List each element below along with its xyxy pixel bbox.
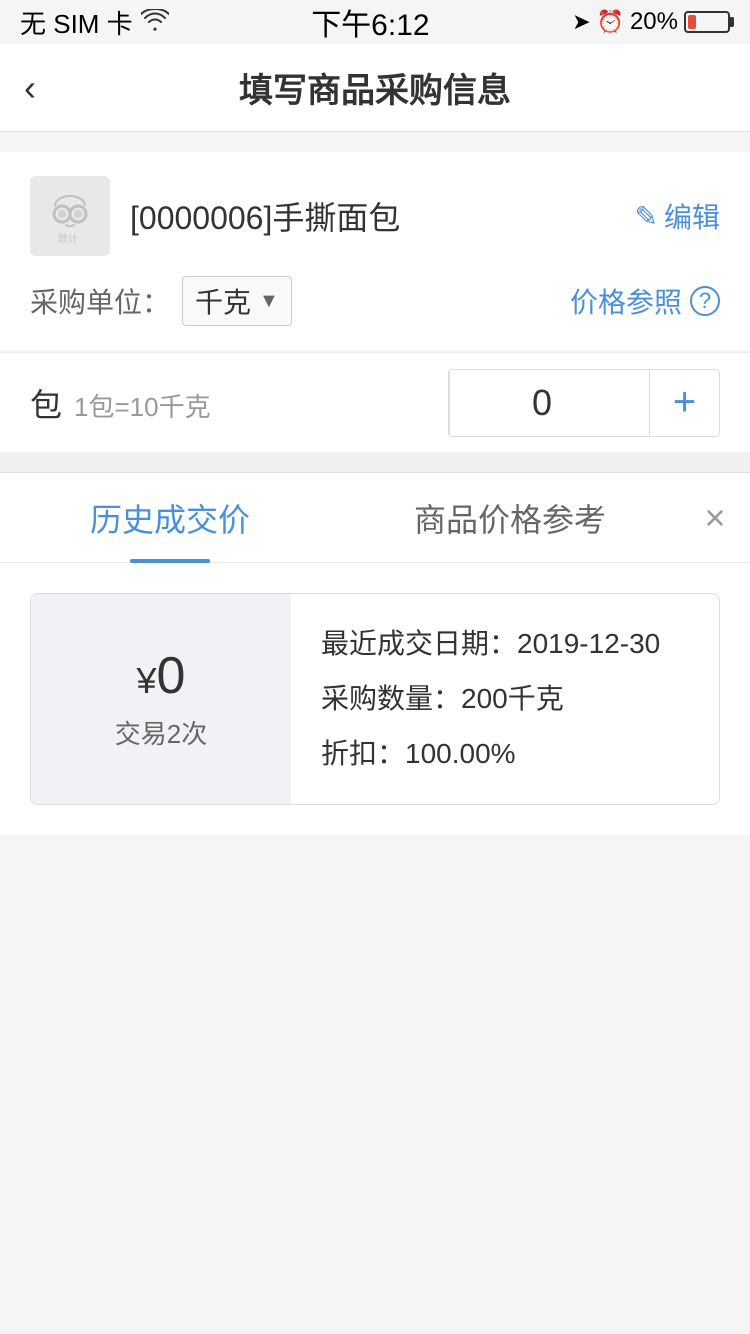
page-title: 填写商品采购信息: [239, 63, 511, 112]
back-button[interactable]: ‹: [24, 67, 36, 109]
qty-label: 采购数量：: [321, 683, 461, 714]
history-qty-row: 采购数量：200千克: [321, 679, 689, 718]
quantity-labels: 包 1包=10千克: [30, 380, 211, 426]
currency-symbol: ¥: [137, 660, 157, 701]
tab-close-button[interactable]: ×: [680, 473, 750, 563]
tab-active-indicator: [130, 559, 210, 563]
price-ref-label: 价格参照: [570, 281, 682, 321]
discount-value: 100.00%: [405, 738, 516, 769]
history-discount-row: 折扣：100.00%: [321, 734, 689, 773]
product-image: 数计: [30, 176, 110, 256]
quantity-section: 包 1包=10千克 +: [0, 352, 750, 452]
tab-price-ref-label: 商品价格参考: [414, 495, 606, 541]
tab-history-label: 历史成交价: [90, 495, 250, 541]
edit-button[interactable]: ✎ 编辑: [635, 196, 720, 236]
tab-history-price[interactable]: 历史成交价: [0, 473, 340, 563]
edit-icon: ✎: [635, 200, 658, 233]
tab-price-ref[interactable]: 商品价格参考: [340, 473, 680, 563]
date-label: 最近成交日期：: [321, 628, 517, 659]
tabs-header: 历史成交价 商品价格参考 ×: [0, 473, 750, 563]
product-name: [0000006]手撕面包: [130, 193, 400, 239]
status-time: 下午6:12: [311, 0, 429, 44]
history-trades: 交易2次: [115, 714, 207, 751]
unit-selector-group: 采购单位： 千克 ▼: [30, 276, 292, 326]
quantity-conversion: 1包=10千克: [74, 387, 211, 424]
history-price-section: ¥0 交易2次: [31, 594, 291, 804]
quantity-input[interactable]: [449, 370, 649, 436]
carrier-text: 无 SIM 卡: [20, 4, 133, 41]
close-icon: ×: [704, 497, 725, 539]
wifi-icon: [141, 7, 169, 38]
edit-label: 编辑: [664, 196, 720, 236]
history-date-row: 最近成交日期：2019-12-30: [321, 624, 689, 663]
price-ref-button[interactable]: 价格参照 ?: [570, 281, 720, 321]
status-bar: 无 SIM 卡 下午6:12 ➤ ⏰ 20%: [0, 0, 750, 44]
unit-select[interactable]: 千克 ▼: [182, 276, 292, 326]
history-card: ¥0 交易2次 最近成交日期：2019-12-30 采购数量：200千克 折扣：…: [30, 593, 720, 805]
date-value: 2019-12-30: [517, 628, 660, 659]
quantity-control: +: [448, 369, 720, 437]
status-right: ➤ ⏰ 20%: [572, 8, 730, 36]
tabs-panel: 历史成交价 商品价格参考 × ¥0 交易2次 最近成交日期：2019-12-30: [0, 472, 750, 835]
unit-value: 千克: [195, 281, 251, 321]
product-unit-row: 采购单位： 千克 ▼ 价格参照 ?: [30, 276, 720, 326]
unit-label: 采购单位：: [30, 281, 170, 321]
alarm-icon: ⏰: [597, 9, 624, 35]
product-card: 数计 [0000006]手撕面包 ✎ 编辑 采购单位： 千克 ▼ 价格参照 ?: [0, 152, 750, 350]
product-info: 数计 [0000006]手撕面包: [30, 176, 400, 256]
discount-label: 折扣：: [321, 738, 405, 769]
history-price-value: ¥0: [137, 646, 186, 706]
battery-icon: [684, 11, 730, 33]
battery-percent: 20%: [630, 8, 678, 36]
history-details: 最近成交日期：2019-12-30 采购数量：200千克 折扣：100.00%: [291, 594, 719, 804]
tabs-separator: [0, 452, 750, 472]
product-header: 数计 [0000006]手撕面包 ✎ 编辑: [30, 176, 720, 256]
quantity-plus-button[interactable]: +: [649, 370, 719, 436]
quantity-unit: 包: [30, 380, 62, 426]
location-icon: ➤: [572, 9, 590, 35]
nav-bar: ‹ 填写商品采购信息: [0, 44, 750, 132]
dropdown-arrow-icon: ▼: [259, 290, 279, 313]
history-content: ¥0 交易2次 最近成交日期：2019-12-30 采购数量：200千克 折扣：…: [0, 563, 750, 835]
qty-value: 200千克: [461, 683, 564, 714]
svg-text:数计: 数计: [58, 232, 78, 245]
status-carrier: 无 SIM 卡: [20, 4, 169, 41]
help-icon: ?: [690, 286, 720, 316]
